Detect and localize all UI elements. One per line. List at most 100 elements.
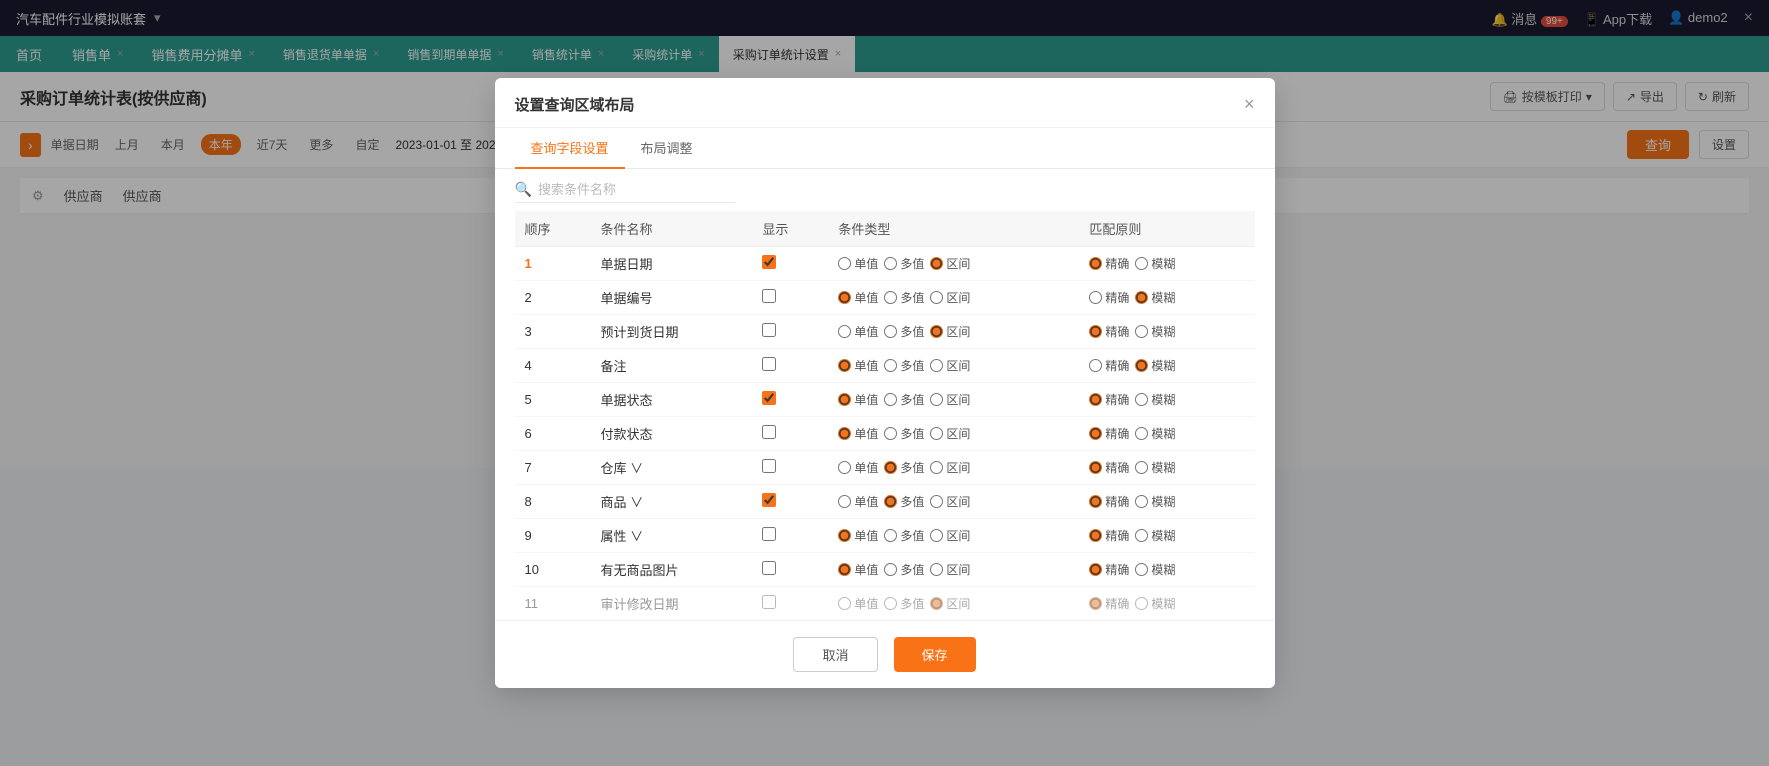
display-checkbox[interactable]	[762, 493, 776, 507]
type-radio-single[interactable]	[838, 597, 851, 610]
type-radio-single[interactable]	[838, 461, 851, 474]
row-display[interactable]	[752, 553, 828, 587]
display-checkbox[interactable]	[762, 527, 776, 541]
match-radio-fuzzy[interactable]	[1135, 291, 1148, 304]
type-radio-multi[interactable]	[884, 529, 897, 542]
dialog-close-button[interactable]: ×	[1244, 94, 1255, 115]
type-radio-multi[interactable]	[884, 597, 897, 610]
row-type[interactable]: 单值多值区间	[828, 417, 1079, 451]
type-radio-single[interactable]	[838, 325, 851, 338]
display-checkbox[interactable]	[762, 595, 776, 609]
row-type[interactable]: 单值多值区间	[828, 485, 1079, 519]
type-radio-multi[interactable]	[884, 257, 897, 270]
row-type[interactable]: 单值多值区间	[828, 281, 1079, 315]
row-match[interactable]: 精确模糊	[1079, 553, 1254, 587]
match-radio-fuzzy[interactable]	[1135, 325, 1148, 338]
type-radio-multi[interactable]	[884, 563, 897, 576]
match-radio-exact[interactable]	[1089, 495, 1102, 508]
display-checkbox[interactable]	[762, 459, 776, 473]
cancel-button[interactable]: 取消	[793, 637, 877, 672]
tab-layout-adjust[interactable]: 布局调整	[625, 128, 709, 169]
display-checkbox[interactable]	[762, 255, 776, 269]
type-radio-multi[interactable]	[884, 393, 897, 406]
type-radio-range[interactable]	[930, 359, 943, 372]
type-radio-single[interactable]	[838, 291, 851, 304]
match-radio-exact[interactable]	[1089, 529, 1102, 542]
row-match[interactable]: 精确模糊	[1079, 247, 1254, 281]
type-radio-multi[interactable]	[884, 325, 897, 338]
type-radio-multi[interactable]	[884, 291, 897, 304]
type-radio-range[interactable]	[930, 495, 943, 508]
row-match[interactable]: 精确模糊	[1079, 281, 1254, 315]
row-match[interactable]: 精确模糊	[1079, 519, 1254, 553]
type-radio-single[interactable]	[838, 393, 851, 406]
type-radio-range[interactable]	[930, 291, 943, 304]
match-radio-exact[interactable]	[1089, 563, 1102, 576]
match-radio-fuzzy[interactable]	[1135, 461, 1148, 474]
row-type[interactable]: 单值多值区间	[828, 587, 1079, 621]
row-display[interactable]	[752, 247, 828, 281]
match-radio-exact[interactable]	[1089, 427, 1102, 440]
match-radio-exact[interactable]	[1089, 325, 1102, 338]
type-radio-single[interactable]	[838, 529, 851, 542]
row-display[interactable]	[752, 587, 828, 621]
match-radio-fuzzy[interactable]	[1135, 393, 1148, 406]
match-radio-exact[interactable]	[1089, 461, 1102, 474]
match-radio-fuzzy[interactable]	[1135, 563, 1148, 576]
row-type[interactable]: 单值多值区间	[828, 383, 1079, 417]
match-radio-fuzzy[interactable]	[1135, 529, 1148, 542]
row-display[interactable]	[752, 485, 828, 519]
type-radio-range[interactable]	[930, 461, 943, 474]
row-match[interactable]: 精确模糊	[1079, 349, 1254, 383]
match-radio-exact[interactable]	[1089, 597, 1102, 610]
type-radio-range[interactable]	[930, 529, 943, 542]
match-radio-exact[interactable]	[1089, 393, 1102, 406]
type-radio-multi[interactable]	[884, 495, 897, 508]
match-radio-exact[interactable]	[1089, 291, 1102, 304]
type-radio-single[interactable]	[838, 257, 851, 270]
row-display[interactable]	[752, 315, 828, 349]
match-radio-fuzzy[interactable]	[1135, 359, 1148, 372]
row-type[interactable]: 单值多值区间	[828, 451, 1079, 485]
row-display[interactable]	[752, 519, 828, 553]
display-checkbox[interactable]	[762, 391, 776, 405]
match-radio-fuzzy[interactable]	[1135, 257, 1148, 270]
display-checkbox[interactable]	[762, 323, 776, 337]
match-radio-fuzzy[interactable]	[1135, 495, 1148, 508]
type-radio-range[interactable]	[930, 325, 943, 338]
type-radio-range[interactable]	[930, 427, 943, 440]
type-radio-multi[interactable]	[884, 359, 897, 372]
tab-query-fields[interactable]: 查询字段设置	[515, 128, 625, 169]
row-type[interactable]: 单值多值区间	[828, 553, 1079, 587]
save-button[interactable]: 保存	[894, 637, 976, 672]
row-type[interactable]: 单值多值区间	[828, 247, 1079, 281]
row-display[interactable]	[752, 349, 828, 383]
match-radio-exact[interactable]	[1089, 359, 1102, 372]
search-input[interactable]	[538, 182, 718, 197]
row-display[interactable]	[752, 451, 828, 485]
row-display[interactable]	[752, 281, 828, 315]
display-checkbox[interactable]	[762, 425, 776, 439]
row-type[interactable]: 单值多值区间	[828, 349, 1079, 383]
type-radio-range[interactable]	[930, 597, 943, 610]
display-checkbox[interactable]	[762, 561, 776, 575]
row-match[interactable]: 精确模糊	[1079, 451, 1254, 485]
row-display[interactable]	[752, 417, 828, 451]
row-type[interactable]: 单值多值区间	[828, 519, 1079, 553]
type-radio-single[interactable]	[838, 495, 851, 508]
row-display[interactable]	[752, 383, 828, 417]
type-radio-multi[interactable]	[884, 461, 897, 474]
match-radio-exact[interactable]	[1089, 257, 1102, 270]
row-match[interactable]: 精确模糊	[1079, 485, 1254, 519]
row-match[interactable]: 精确模糊	[1079, 315, 1254, 349]
row-match[interactable]: 精确模糊	[1079, 587, 1254, 621]
type-radio-single[interactable]	[838, 359, 851, 372]
type-radio-range[interactable]	[930, 393, 943, 406]
type-radio-single[interactable]	[838, 563, 851, 576]
type-radio-multi[interactable]	[884, 427, 897, 440]
display-checkbox[interactable]	[762, 289, 776, 303]
type-radio-range[interactable]	[930, 257, 943, 270]
type-radio-range[interactable]	[930, 563, 943, 576]
row-match[interactable]: 精确模糊	[1079, 417, 1254, 451]
type-radio-single[interactable]	[838, 427, 851, 440]
